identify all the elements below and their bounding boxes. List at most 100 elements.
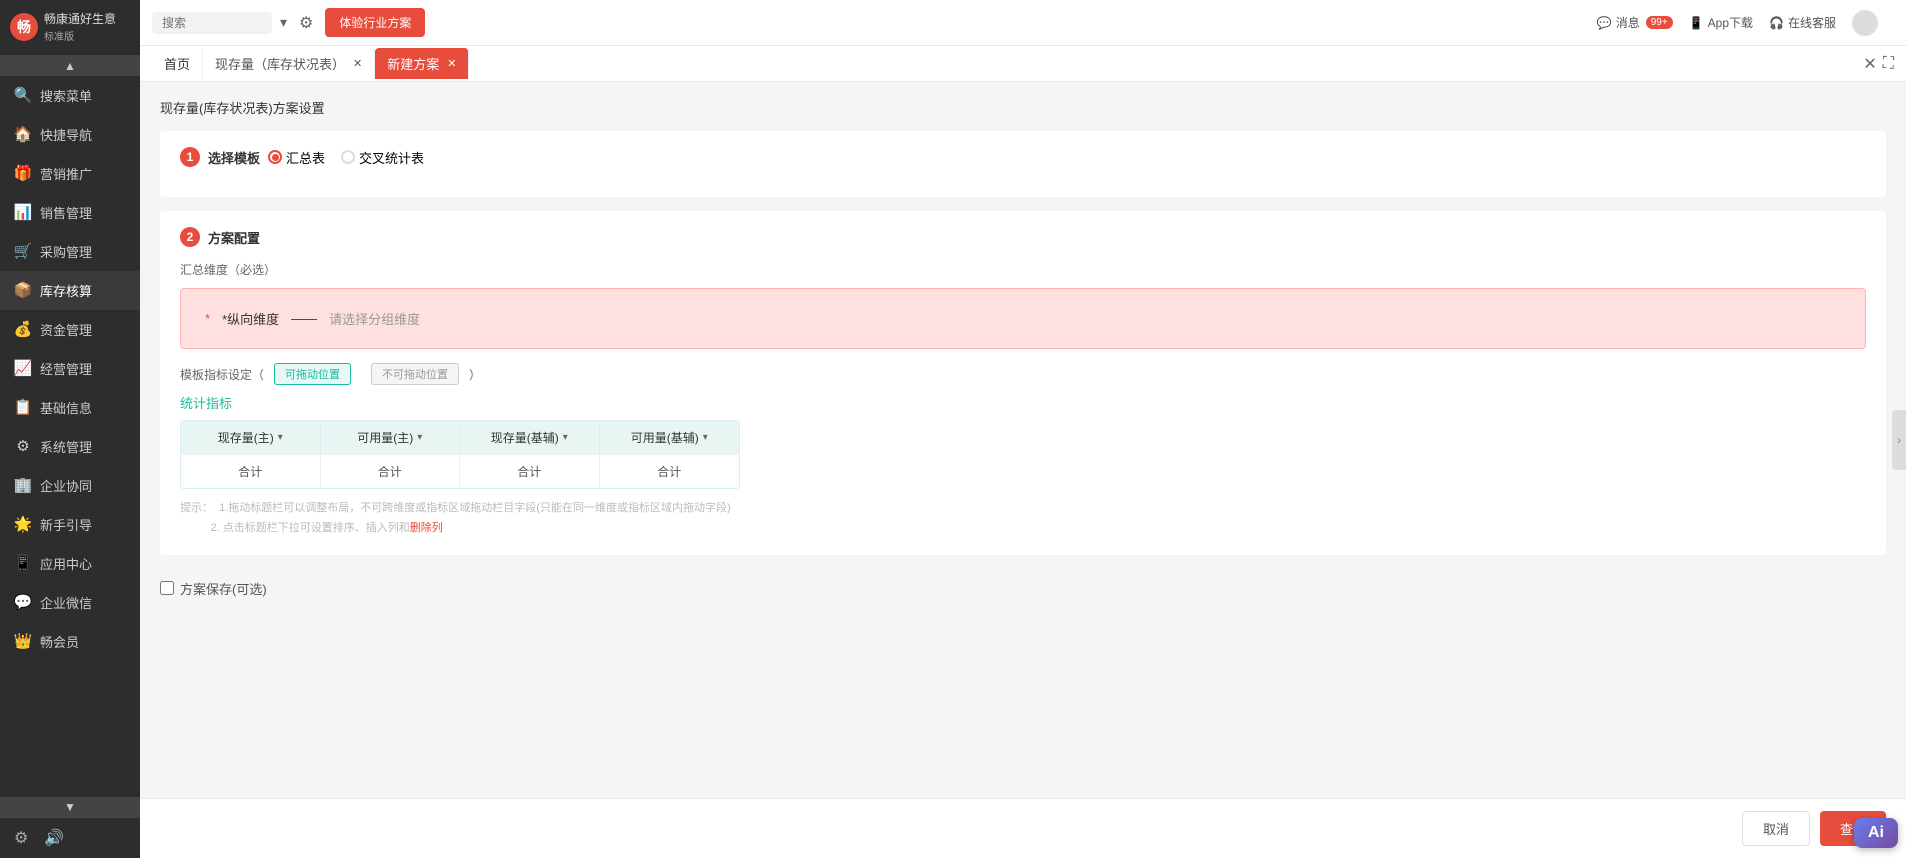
tips-section: 提示： 1.拖动标题栏可以调整布局，不可跨维度或指标区域拖动栏目字段(只能在同一… [180,499,1866,539]
th-label-0: 现存量(主) [218,429,274,446]
draggable-tag: 可拖动位置 [274,363,351,385]
guide-icon: 🌟 [14,515,32,533]
th-dropdown-1[interactable]: ▾ [417,432,422,443]
dimension-required-mark: * [205,311,210,326]
tab-close-all-button[interactable]: ✕ [1863,54,1876,74]
dimension-dash: —— [291,311,317,326]
sidebar-item-sales[interactable]: 📊 销售管理 [0,193,140,232]
template-cross-label: 交叉统计表 [359,148,424,167]
tip-text-2: 2. 点击标题栏下拉可设置排序、插入列和删除列 [180,519,1866,539]
cancel-button[interactable]: 取消 [1742,811,1810,846]
new-plan-tab-close[interactable]: ✕ [447,57,456,70]
app-center-icon: 📱 [14,554,32,572]
stats-indicator-label: 统计指标 [180,393,1866,412]
template-summary-radio[interactable] [268,150,282,164]
gift-icon: 🎁 [14,164,32,182]
sidebar-item-vip[interactable]: 👑 畅会员 [0,622,140,661]
sidebar: 畅 畅康通好生意 标准版 ▲ 🔍 搜索菜单 🏠 快捷导航 🎁 营销推广 📊 销售… [0,0,140,858]
sidebar-item-new-guide[interactable]: 🌟 新手引导 [0,505,140,544]
sidebar-footer: ⚙ 🔊 [0,817,140,858]
save-scheme-checkbox[interactable] [160,581,174,595]
search-icon: 🔍 [14,86,32,104]
template-cross-radio[interactable] [341,150,355,164]
th-cell-1: 可用量(主) ▾ [321,421,461,454]
sidebar-item-search[interactable]: 🔍 搜索菜单 [0,76,140,115]
sidebar-item-basic-info[interactable]: 📋 基础信息 [0,388,140,427]
sidebar-item-finance[interactable]: 💰 资金管理 [0,310,140,349]
th-dropdown-2[interactable]: ▾ [563,432,568,443]
tab-new-plan[interactable]: 新建方案 ✕ [375,48,469,79]
right-collapse-button[interactable]: › [1892,410,1906,470]
enterprise-icon: 🏢 [14,476,32,494]
settings-footer-icon[interactable]: ⚙ [14,828,28,848]
sidebar-item-label-sales: 销售管理 [40,203,92,222]
th-cell-0: 现存量(主) ▾ [181,421,321,454]
template-cross-option[interactable]: 交叉统计表 [341,148,424,167]
sidebar-item-wechat[interactable]: 💬 企业微信 [0,583,140,622]
finance-icon: 💰 [14,320,32,338]
topbar-app-download[interactable]: 📱 App下载 [1689,14,1753,31]
industry-plan-button[interactable]: 体验行业方案 [325,8,425,37]
non-draggable-tag: 不可拖动位置 [371,363,459,385]
sidebar-item-label-marketing: 营销推广 [40,164,92,183]
sidebar-scroll-up[interactable]: ▲ [0,56,140,76]
sidebar-item-label-guide: 新手引导 [40,515,92,534]
template-options: 汇总表 交叉统计表 [268,148,424,167]
tip-delete-link: 删除列 [410,522,443,534]
td-cell-3: 合计 [600,454,740,488]
phone-icon: 📱 [1689,16,1704,30]
new-plan-tab-label: 新建方案 [387,54,439,73]
basic-info-icon: 📋 [14,398,32,416]
topbar-message[interactable]: 💬 消息 99+ [1597,14,1673,31]
sidebar-item-inventory[interactable]: 📦 库存核算 [0,271,140,310]
tabs-right-controls: ✕ ⛶ [1863,54,1894,74]
sidebar-item-operations[interactable]: 📈 经营管理 [0,349,140,388]
sidebar-item-enterprise[interactable]: 🏢 企业协同 [0,466,140,505]
topbar-dropdown-button[interactable]: ▾ [280,14,287,31]
aggregate-dim-label: 汇总维度（必选） [180,261,1866,278]
main-area: ▾ ⚙ 体验行业方案 💬 消息 99+ 📱 App下载 🎧 在线客服 首页 [140,0,1906,858]
ai-badge[interactable]: Ai [1854,818,1898,848]
speaker-footer-icon[interactable]: 🔊 [44,828,64,848]
th-dropdown-0[interactable]: ▾ [278,432,283,443]
tab-inventory[interactable]: 现存量（库存状况表） ✕ [203,48,375,79]
sidebar-item-app-center[interactable]: 📱 应用中心 [0,544,140,583]
sidebar-item-label-system: 系统管理 [40,437,92,456]
sidebar-item-label-inventory: 库存核算 [40,281,92,300]
th-label-3: 可用量(基辅) [631,429,699,446]
indicator-table: 现存量(主) ▾ 可用量(主) ▾ 现存量(基辅) ▾ 可用量(基辅) [180,420,740,489]
dimension-area: * *纵向维度 —— 请选择分组维度 [180,288,1866,349]
section2-header: 2 方案配置 [180,227,1866,247]
wechat-icon: 💬 [14,593,32,611]
sidebar-item-label-basic: 基础信息 [40,398,92,417]
message-label: 消息 [1616,14,1640,31]
indicator-settings-suffix: ） [469,366,481,383]
headset-icon: 🎧 [1769,16,1784,30]
section-template: 1 选择模板 汇总表 交叉统计表 [160,131,1886,197]
sidebar-item-purchase[interactable]: 🛒 采购管理 [0,232,140,271]
save-scheme-label: 方案保存(可选) [180,579,267,598]
tab-home[interactable]: 首页 [152,48,203,79]
inventory-tab-close[interactable]: ✕ [353,57,362,70]
sidebar-item-system[interactable]: ⚙ 系统管理 [0,427,140,466]
th-dropdown-3[interactable]: ▾ [703,432,708,443]
template-summary-option[interactable]: 汇总表 [268,148,325,167]
sidebar-item-label-app: 应用中心 [40,554,92,573]
sidebar-item-marketing[interactable]: 🎁 营销推广 [0,154,140,193]
message-icon: 💬 [1597,16,1612,30]
section1-num: 1 [180,147,200,167]
td-cell-0: 合计 [181,454,321,488]
dimension-label: *纵向维度 [222,309,279,328]
sidebar-item-quick-nav[interactable]: 🏠 快捷导航 [0,115,140,154]
dimension-placeholder[interactable]: 请选择分组维度 [329,309,420,328]
topbar-online-service[interactable]: 🎧 在线客服 [1769,14,1836,31]
topbar-right: 💬 消息 99+ 📱 App下载 🎧 在线客服 [1597,10,1894,36]
indicator-settings-label-row: 模板指标设定（ 可拖动位置 不可拖动位置 ） [180,363,1866,385]
topbar-gear-button[interactable]: ⚙ [299,13,313,33]
sidebar-scroll-down[interactable]: ▼ [0,797,140,817]
tab-expand-button[interactable]: ⛶ [1883,55,1894,73]
sidebar-item-label-search: 搜索菜单 [40,86,92,105]
topbar-search-input[interactable] [152,12,272,34]
sidebar-item-label-purchase: 采购管理 [40,242,92,261]
service-label: 在线客服 [1788,14,1836,31]
